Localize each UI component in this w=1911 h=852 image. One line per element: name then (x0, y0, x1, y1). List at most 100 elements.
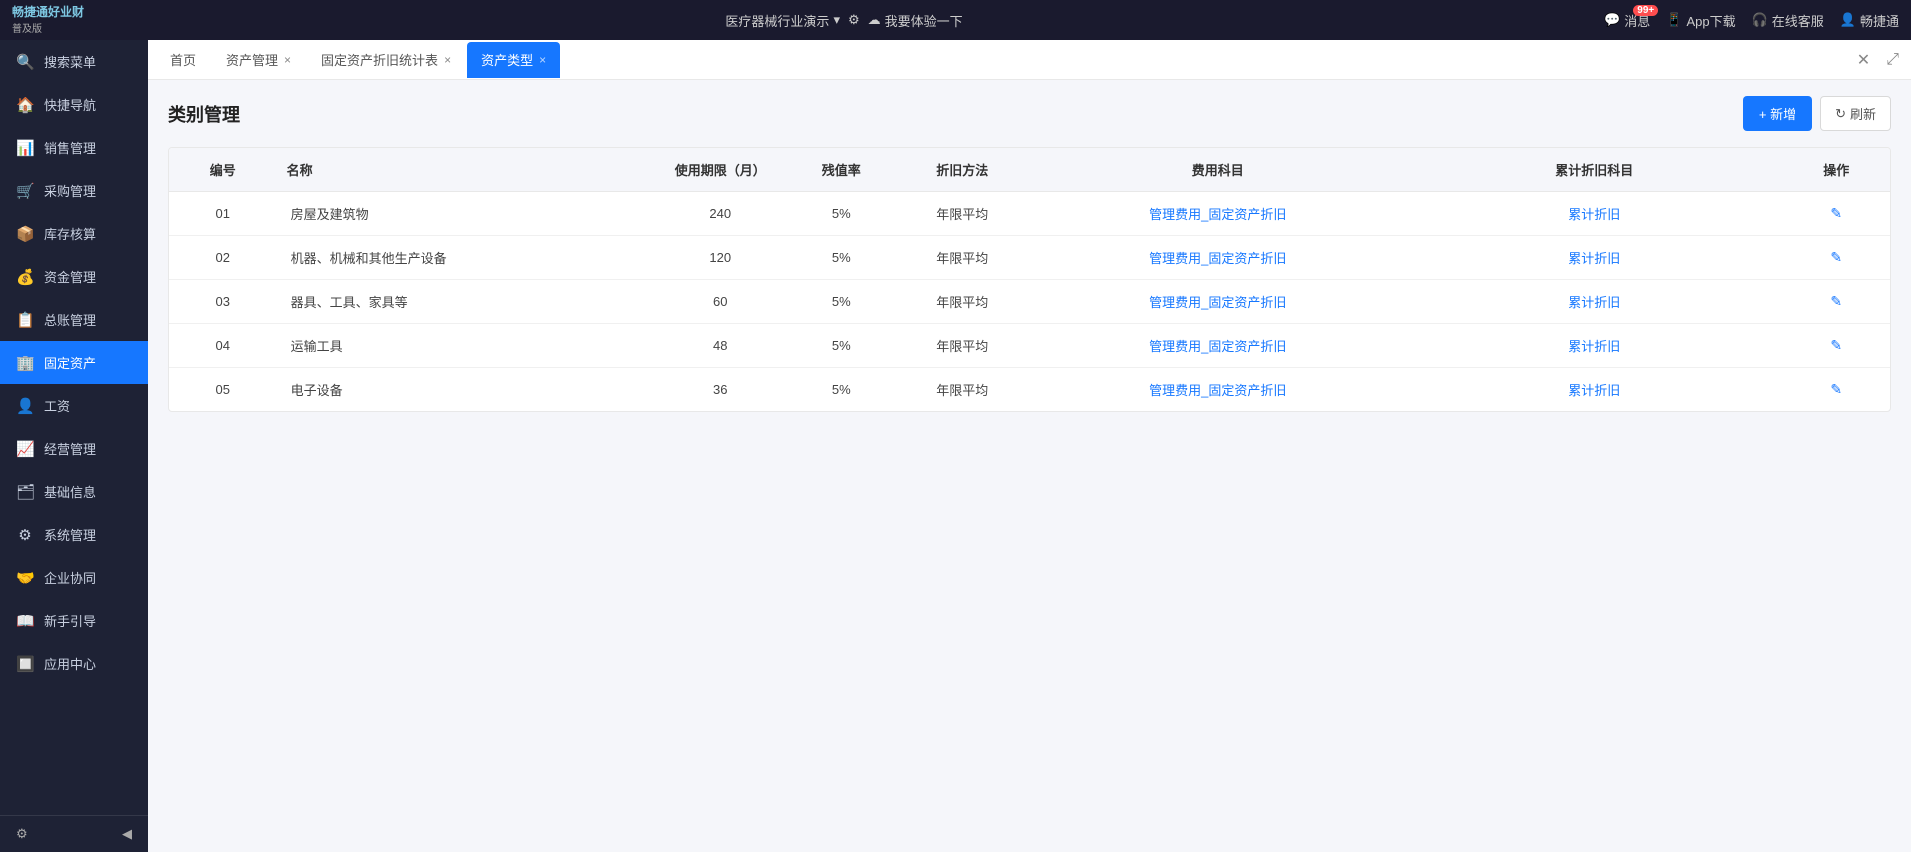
expense-account-link[interactable]: 管理费用_固定资产折旧 (1149, 207, 1286, 222)
tab-bar: 首页 资产管理 × 固定资产折旧统计表 × 资产类型 × ✕ ⤢ (148, 40, 1911, 80)
tab-close-asset-type[interactable]: × (539, 53, 546, 67)
cell-action: ✎ (1782, 280, 1890, 324)
sidebar-item-system[interactable]: ⚙ 系统管理 (0, 513, 148, 556)
sidebar-collapse-icon[interactable]: ◀ (122, 826, 132, 842)
tab-home[interactable]: 首页 (156, 42, 210, 78)
table-header-row: 编号 名称 使用期限（月） 残值率 折旧方法 费用科目 累计折旧科目 操作 (169, 148, 1890, 192)
expense-account-link[interactable]: 管理费用_固定资产折旧 (1149, 383, 1286, 398)
cell-name: 房屋及建筑物 (277, 192, 653, 236)
tab-bar-actions: ✕ ⤢ (1853, 46, 1903, 74)
sidebar-item-ledger[interactable]: 📋 总账管理 (0, 298, 148, 341)
folder-icon: 🗂 (16, 483, 34, 501)
accum-account-link[interactable]: 累计折旧 (1568, 295, 1620, 310)
cell-code: 02 (169, 236, 277, 280)
sidebar-item-app-center[interactable]: 🔲 应用中心 (0, 642, 148, 685)
refresh-icon: ↻ (1835, 106, 1846, 122)
cell-residual: 5% (787, 192, 895, 236)
page-title: 类别管理 (168, 101, 240, 127)
cell-residual: 5% (787, 368, 895, 412)
user-menu[interactable]: 👤 畅捷通 (1840, 11, 1899, 30)
home-icon: 🏠 (16, 96, 34, 114)
sidebar-item-quick-nav[interactable]: 🏠 快捷导航 (0, 83, 148, 126)
trend-icon: 📈 (16, 440, 34, 458)
sidebar-item-cooperation[interactable]: 🤝 企业协同 (0, 556, 148, 599)
cart-icon: 🛒 (16, 182, 34, 200)
app-download-button[interactable]: 📱 App下载 (1666, 11, 1735, 30)
cell-name: 运输工具 (277, 324, 653, 368)
data-table: 编号 名称 使用期限（月） 残值率 折旧方法 费用科目 累计折旧科目 操作 01… (168, 147, 1891, 412)
sidebar-item-label: 应用中心 (44, 654, 96, 673)
cell-expense: 管理费用_固定资产折旧 (1030, 236, 1406, 280)
download-icon: 📱 (1666, 12, 1682, 28)
col-header-code: 编号 (169, 148, 277, 192)
new-button[interactable]: + 新增 (1743, 96, 1812, 131)
experience-button[interactable]: ☁ 我要体验一下 (868, 11, 963, 30)
expense-account-link[interactable]: 管理费用_固定资产折旧 (1149, 339, 1286, 354)
tab-depreciation-table[interactable]: 固定资产折旧统计表 × (307, 42, 465, 78)
online-service-button[interactable]: 🎧 在线客服 (1752, 11, 1824, 30)
accum-account-link[interactable]: 累计折旧 (1568, 251, 1620, 266)
sidebar-settings-icon[interactable]: ⚙ (16, 826, 28, 842)
col-header-name: 名称 (277, 148, 653, 192)
sidebar-item-fixed-assets[interactable]: 🏢 固定资产 (0, 341, 148, 384)
expense-account-link[interactable]: 管理费用_固定资产折旧 (1149, 295, 1286, 310)
sidebar-item-search[interactable]: 🔍 搜索菜单 (0, 40, 148, 83)
page-content: 类别管理 + 新增 ↻ 刷新 编号 名称 使用期限（月） (148, 80, 1911, 852)
main-layout: 🔍 搜索菜单 🏠 快捷导航 📊 销售管理 🛒 采购管理 📦 库存核算 💰 资金管… (0, 40, 1911, 852)
cell-expense: 管理费用_固定资产折旧 (1030, 192, 1406, 236)
page-actions: + 新增 ↻ 刷新 (1743, 96, 1891, 131)
tab-asset-type[interactable]: 资产类型 × (467, 42, 560, 78)
sidebar-item-basic-info[interactable]: 🗂 基础信息 (0, 470, 148, 513)
col-header-action: 操作 (1782, 148, 1890, 192)
tab-close-asset-mgmt[interactable]: × (284, 53, 291, 67)
chevron-down-icon: ▾ (833, 12, 840, 28)
tab-asset-mgmt[interactable]: 资产管理 × (212, 42, 305, 78)
cell-action: ✎ (1782, 324, 1890, 368)
cell-accum: 累计折旧 (1406, 192, 1782, 236)
sidebar-item-label: 快捷导航 (44, 95, 96, 114)
col-header-period: 使用期限（月） (653, 148, 787, 192)
sidebar-item-sales[interactable]: 📊 销售管理 (0, 126, 148, 169)
edit-button[interactable]: ✎ (1830, 249, 1842, 265)
table-row: 03 器具、工具、家具等 60 5% 年限平均 管理费用_固定资产折旧 累计折旧… (169, 280, 1890, 324)
sidebar-item-label: 采购管理 (44, 181, 96, 200)
cell-method: 年限平均 (895, 280, 1029, 324)
sidebar: 🔍 搜索菜单 🏠 快捷导航 📊 销售管理 🛒 采购管理 📦 库存核算 💰 资金管… (0, 40, 148, 852)
message-button[interactable]: 💬 消息 99+ (1604, 11, 1650, 30)
accum-account-link[interactable]: 累计折旧 (1568, 383, 1620, 398)
cell-period: 60 (653, 280, 787, 324)
cell-period: 36 (653, 368, 787, 412)
edit-button[interactable]: ✎ (1830, 293, 1842, 309)
expense-account-link[interactable]: 管理费用_固定资产折旧 (1149, 251, 1286, 266)
sidebar-item-label: 基础信息 (44, 482, 96, 501)
service-icon: 🎧 (1752, 12, 1768, 28)
company-selector[interactable]: 医疗器械行业演示 ▾ (725, 11, 840, 30)
col-header-method: 折旧方法 (895, 148, 1029, 192)
tab-close-button[interactable]: ✕ (1853, 46, 1874, 74)
edit-button[interactable]: ✎ (1830, 337, 1842, 353)
ledger-icon: 📋 (16, 311, 34, 329)
table-row: 04 运输工具 48 5% 年限平均 管理费用_固定资产折旧 累计折旧 ✎ (169, 324, 1890, 368)
tab-close-depreciation[interactable]: × (444, 53, 451, 67)
sidebar-item-operations[interactable]: 📈 经营管理 (0, 427, 148, 470)
sidebar-item-guide[interactable]: 📖 新手引导 (0, 599, 148, 642)
settings-icon[interactable]: ⚙ (848, 12, 860, 28)
gear-icon: ⚙ (16, 526, 34, 544)
sidebar-item-inventory[interactable]: 📦 库存核算 (0, 212, 148, 255)
edit-button[interactable]: ✎ (1830, 205, 1842, 221)
book-icon: 📖 (16, 612, 34, 630)
cell-residual: 5% (787, 324, 895, 368)
sidebar-item-payroll[interactable]: 👤 工资 (0, 384, 148, 427)
cloud-icon: ☁ (868, 12, 881, 28)
tab-expand-button[interactable]: ⤢ (1882, 46, 1903, 74)
asset-type-table: 编号 名称 使用期限（月） 残值率 折旧方法 费用科目 累计折旧科目 操作 01… (169, 148, 1890, 411)
sidebar-item-purchase[interactable]: 🛒 采购管理 (0, 169, 148, 212)
edit-button[interactable]: ✎ (1830, 381, 1842, 397)
accum-account-link[interactable]: 累计折旧 (1568, 207, 1620, 222)
tab-label: 资产管理 (226, 50, 278, 69)
sidebar-item-funds[interactable]: 💰 资金管理 (0, 255, 148, 298)
accum-account-link[interactable]: 累计折旧 (1568, 339, 1620, 354)
chart-icon: 📊 (16, 139, 34, 157)
cell-action: ✎ (1782, 192, 1890, 236)
refresh-button[interactable]: ↻ 刷新 (1820, 96, 1891, 131)
